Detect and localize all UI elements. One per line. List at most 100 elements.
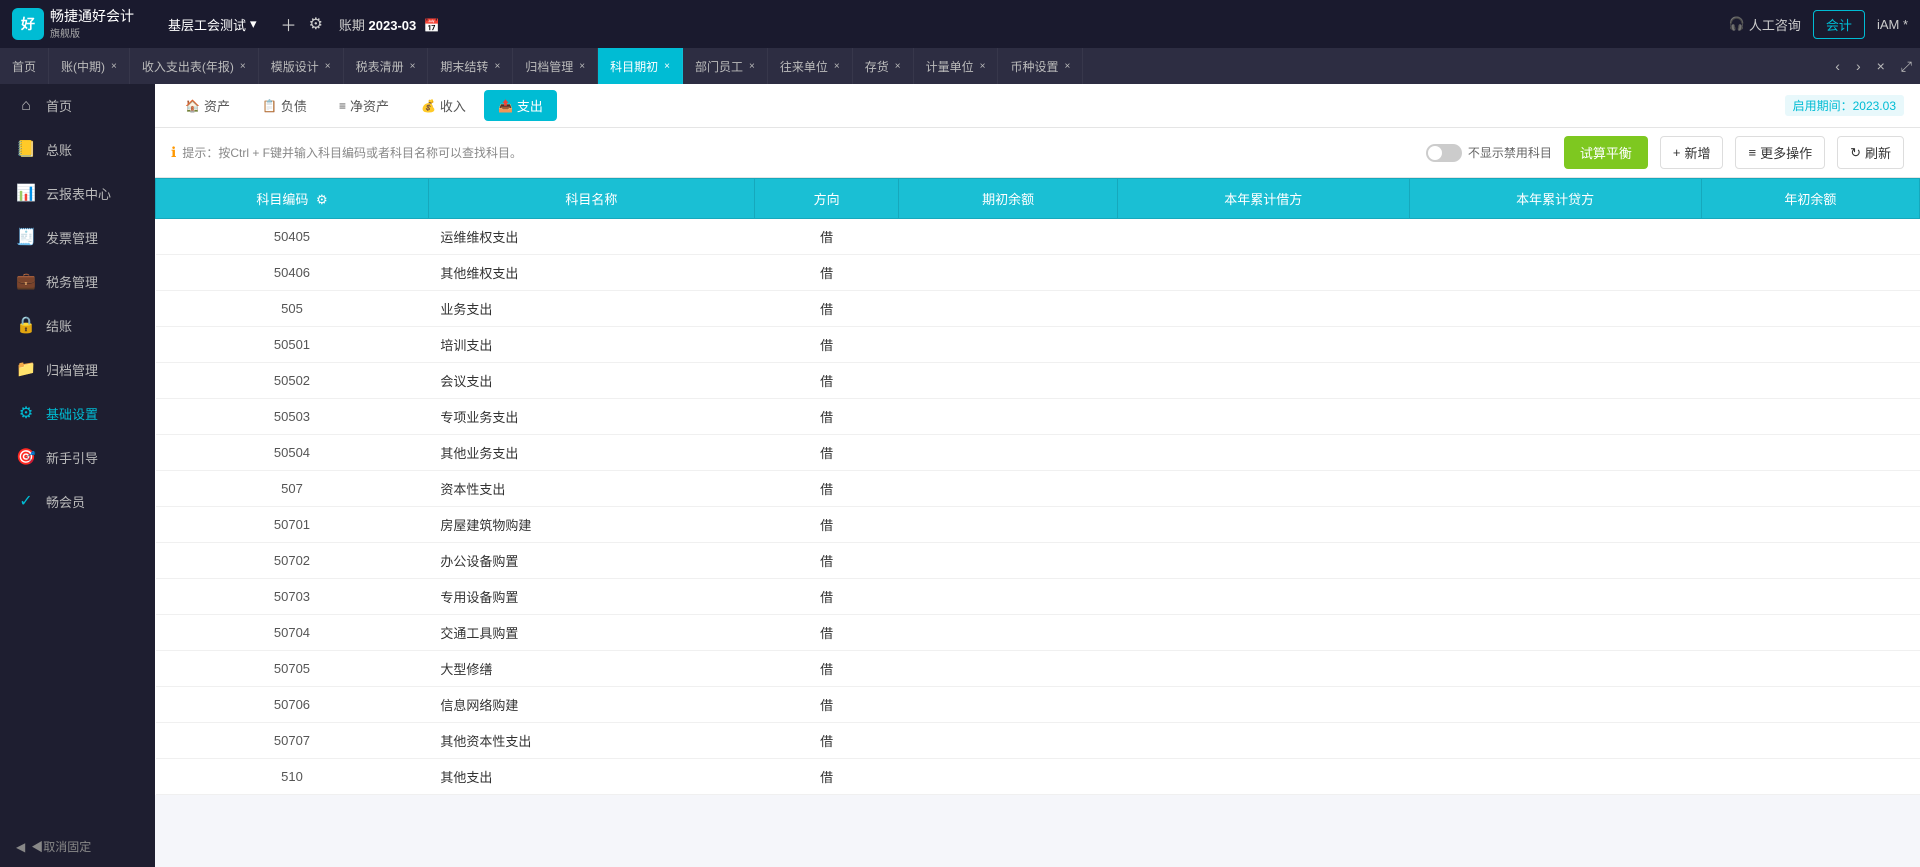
tab-dept[interactable]: 部门员工 × xyxy=(683,48,768,84)
cell-credit xyxy=(1409,687,1701,723)
tab-close-icon[interactable]: × xyxy=(1064,61,1070,72)
table-row[interactable]: 50707 其他资本性支出 借 xyxy=(156,723,1920,759)
project-selector[interactable]: 基层工会测试 ▾ xyxy=(160,11,265,38)
sidebar-item-guide[interactable]: 🎯 新手引导 xyxy=(0,435,155,479)
tab-annual-report[interactable]: 收入支出表(年报) × xyxy=(130,48,259,84)
tab-period-end[interactable]: 期末结转 × xyxy=(428,48,513,84)
sub-tab-liabilities[interactable]: 📋 负债 xyxy=(248,90,321,121)
cell-code: 50706 xyxy=(156,687,429,723)
cell-debit xyxy=(1117,255,1409,291)
tab-close-icon[interactable]: × xyxy=(664,61,670,72)
tab-close-icon[interactable]: × xyxy=(579,61,585,72)
cell-year-balance xyxy=(1701,363,1919,399)
table-row[interactable]: 50704 交通工具购置 借 xyxy=(156,615,1920,651)
more-button[interactable]: ≡ 更多操作 xyxy=(1735,136,1825,169)
table-row[interactable]: 50405 运维维权支出 借 xyxy=(156,219,1920,255)
cell-code: 50704 xyxy=(156,615,429,651)
archive-icon: 📁 xyxy=(16,359,36,379)
tab-label: 部门员工 xyxy=(695,58,743,75)
table-row[interactable]: 510 其他支出 借 xyxy=(156,759,1920,795)
sub-tab-equity[interactable]: ≡ 净资产 xyxy=(325,90,403,121)
info-icon: ℹ xyxy=(171,144,176,161)
sub-tab-expense[interactable]: 📤 支出 xyxy=(484,90,557,121)
cell-debit xyxy=(1117,471,1409,507)
disable-toggle[interactable] xyxy=(1426,144,1462,162)
tab-next-icon[interactable]: › xyxy=(1848,48,1869,84)
cell-debit xyxy=(1117,219,1409,255)
refresh-button[interactable]: ↻ 刷新 xyxy=(1837,136,1904,169)
table-row[interactable]: 50502 会议支出 借 xyxy=(156,363,1920,399)
sub-tab-income[interactable]: 💰 收入 xyxy=(407,90,480,121)
sub-tab-label: 净资产 xyxy=(350,96,389,115)
table-row[interactable]: 50501 培训支出 借 xyxy=(156,327,1920,363)
top-right: 🎧 人工咨询 会计 iAM * xyxy=(1729,10,1908,39)
tab-prev-icon[interactable]: ‹ xyxy=(1827,48,1848,84)
tab-close-icon[interactable]: × xyxy=(325,61,331,72)
sidebar-item-reports[interactable]: 📊 云报表中心 xyxy=(0,171,155,215)
sidebar-item-home[interactable]: ⌂ 首页 xyxy=(0,84,155,127)
tab-close-icon[interactable]: × xyxy=(895,61,901,72)
table-row[interactable]: 507 资本性支出 借 xyxy=(156,471,1920,507)
table-row[interactable]: 50705 大型修缮 借 xyxy=(156,651,1920,687)
account-button[interactable]: 会计 xyxy=(1813,10,1865,39)
table-row[interactable]: 50701 房屋建筑物购建 借 xyxy=(156,507,1920,543)
settings-icon: ⚙ xyxy=(16,403,36,423)
tab-home[interactable]: 首页 xyxy=(0,48,49,84)
tab-label: 税表清册 xyxy=(356,58,404,75)
help-button[interactable]: 🎧 人工咨询 xyxy=(1729,15,1801,34)
tab-close-icon[interactable]: × xyxy=(749,61,755,72)
sidebar-item-member[interactable]: ✓ 畅会员 xyxy=(0,479,155,523)
tab-close-icon[interactable]: × xyxy=(240,61,246,72)
cell-direction: 借 xyxy=(754,759,899,795)
tab-subject-init[interactable]: 科目期初 × xyxy=(598,48,683,84)
col-direction: 方向 xyxy=(754,179,899,219)
gear-icon[interactable]: ⚙ xyxy=(316,192,328,207)
tab-close-icon[interactable]: × xyxy=(494,61,500,72)
calendar-icon[interactable]: 📅 xyxy=(424,18,440,33)
trial-balance-button[interactable]: 试算平衡 xyxy=(1564,136,1648,169)
tab-close-icon[interactable]: × xyxy=(834,61,840,72)
cell-code: 50701 xyxy=(156,507,429,543)
sidebar-item-settings[interactable]: ⚙ 基础设置 xyxy=(0,391,155,435)
cell-year-balance xyxy=(1701,723,1919,759)
table-row[interactable]: 50504 其他业务支出 借 xyxy=(156,435,1920,471)
sidebar-item-invoice[interactable]: 🧾 发票管理 xyxy=(0,215,155,259)
tab-template[interactable]: 模版设计 × xyxy=(259,48,344,84)
tab-contacts[interactable]: 往来单位 × xyxy=(768,48,853,84)
table-row[interactable]: 50503 专项业务支出 借 xyxy=(156,399,1920,435)
table-row[interactable]: 50406 其他维权支出 借 xyxy=(156,255,1920,291)
tab-inventory[interactable]: 存货 × xyxy=(853,48,914,84)
table-row[interactable]: 505 业务支出 借 xyxy=(156,291,1920,327)
cell-balance xyxy=(899,435,1117,471)
sub-tab-label: 收入 xyxy=(440,96,466,115)
tab-close-icon[interactable]: × xyxy=(980,61,986,72)
tab-tax[interactable]: 税表清册 × xyxy=(344,48,429,84)
cell-code: 50405 xyxy=(156,219,429,255)
tab-unit[interactable]: 计量单位 × xyxy=(914,48,999,84)
sidebar-item-archive[interactable]: 📁 归档管理 xyxy=(0,347,155,391)
tab-expand-icon[interactable]: ⤢ xyxy=(1893,48,1920,84)
tab-close-all-icon[interactable]: × xyxy=(1869,48,1893,84)
sidebar-item-close[interactable]: 🔒 结账 xyxy=(0,303,155,347)
tab-label: 期末结转 xyxy=(440,58,488,75)
cell-name: 运维维权支出 xyxy=(428,219,754,255)
table-row[interactable]: 50702 办公设备购置 借 xyxy=(156,543,1920,579)
tab-currency[interactable]: 币种设置 × xyxy=(998,48,1083,84)
settings-icon[interactable]: ⚙ xyxy=(309,14,323,34)
add-icon[interactable]: ＋ xyxy=(281,12,297,36)
table-row[interactable]: 50703 专用设备购置 借 xyxy=(156,579,1920,615)
tab-mid-period[interactable]: 账(中期) × xyxy=(49,48,130,84)
tab-close-icon[interactable]: × xyxy=(111,61,117,72)
sidebar-collapse[interactable]: ◀ ◀取消固定 xyxy=(0,826,155,867)
sidebar-item-tax[interactable]: 💼 税务管理 xyxy=(0,259,155,303)
col-name: 科目名称 xyxy=(428,179,754,219)
period-label: 账期 xyxy=(339,18,365,33)
sub-tab-assets[interactable]: 🏠 资产 xyxy=(171,90,244,121)
add-button[interactable]: + 新增 xyxy=(1660,136,1724,169)
sidebar-item-ledger[interactable]: 📒 总账 xyxy=(0,127,155,171)
tab-close-icon[interactable]: × xyxy=(410,61,416,72)
cell-credit xyxy=(1409,543,1701,579)
tab-label: 首页 xyxy=(12,58,36,75)
tab-archive[interactable]: 归档管理 × xyxy=(513,48,598,84)
table-row[interactable]: 50706 信息网络购建 借 xyxy=(156,687,1920,723)
